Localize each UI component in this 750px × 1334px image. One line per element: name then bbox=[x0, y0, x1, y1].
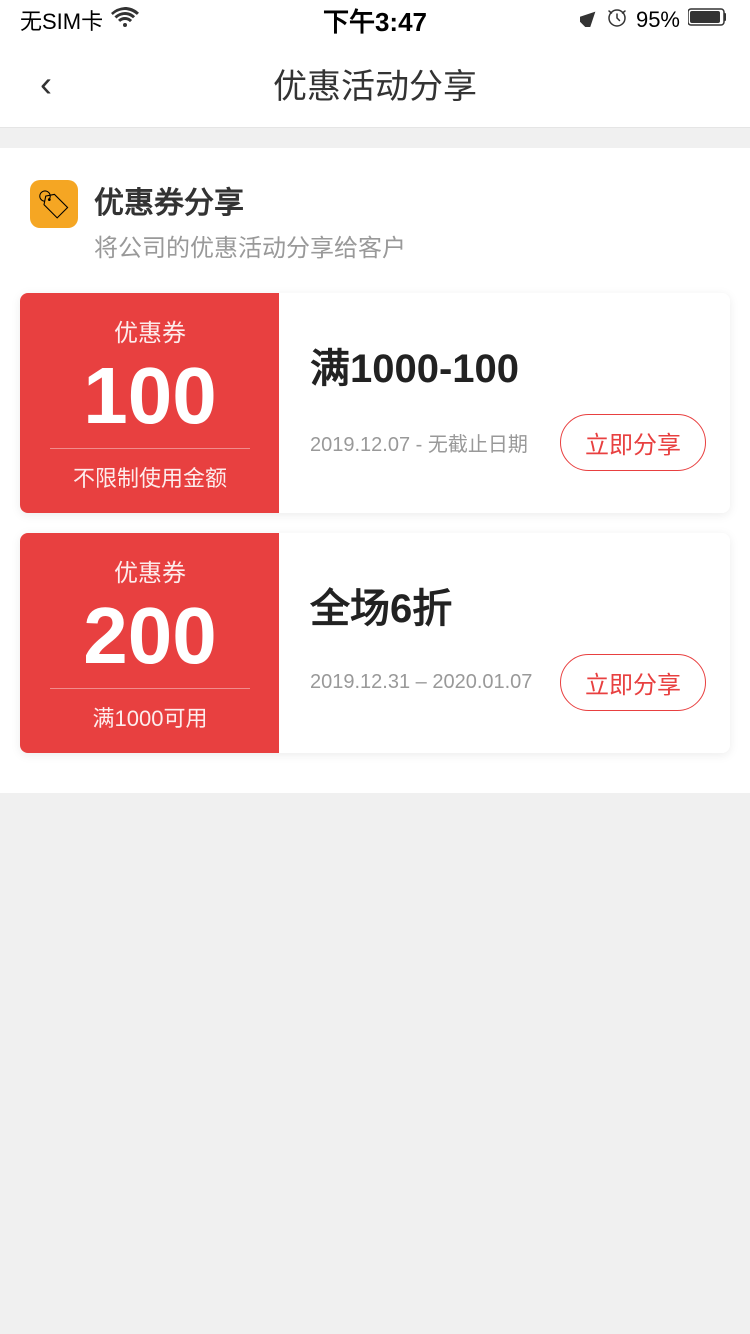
coupon-date-1: 2019.12.07 - 无截止日期 bbox=[310, 428, 550, 457]
share-button-2[interactable]: 立即分享 bbox=[560, 654, 706, 711]
location-icon bbox=[580, 7, 598, 33]
empty-area bbox=[0, 793, 750, 1293]
status-right: 95% bbox=[580, 6, 730, 34]
nav-bar: ‹ 优惠活动分享 bbox=[0, 40, 750, 128]
status-time: 下午3:47 bbox=[323, 2, 427, 39]
wifi-icon bbox=[111, 7, 139, 33]
battery-percent: 95% bbox=[636, 7, 680, 33]
back-button[interactable]: ‹ bbox=[30, 53, 62, 115]
coupon-bottom-2: 2019.12.31 – 2020.01.07 立即分享 bbox=[310, 654, 706, 711]
section-header: 🏷 优惠券分享 将公司的优惠活动分享给客户 bbox=[0, 148, 750, 283]
share-button-1[interactable]: 立即分享 bbox=[560, 414, 706, 471]
coupon-condition-2: 满1000可用 bbox=[93, 701, 208, 733]
coupon-right-2: 全场6折 2019.12.31 – 2020.01.07 立即分享 bbox=[280, 533, 730, 753]
coupon-name-1: 满1000-100 bbox=[310, 336, 706, 394]
coupon-label-1: 优惠券 bbox=[114, 313, 186, 348]
section-subtitle: 将公司的优惠活动分享给客户 bbox=[94, 228, 406, 263]
section-icon: 🏷 bbox=[30, 180, 78, 228]
coupon-date-2: 2019.12.31 – 2020.01.07 bbox=[310, 671, 550, 694]
battery-icon bbox=[688, 7, 730, 33]
coupon-divider-2 bbox=[50, 688, 250, 689]
coupon-right-1: 满1000-100 2019.12.07 - 无截止日期 立即分享 bbox=[280, 293, 730, 513]
coupon-left-1: 优惠券 100 不限制使用金额 bbox=[20, 293, 280, 513]
coupon-amount-2: 200 bbox=[83, 596, 216, 676]
coupon-divider-1 bbox=[50, 448, 250, 449]
coupon-condition-1: 不限制使用金额 bbox=[73, 461, 227, 493]
section-divider-top bbox=[0, 128, 750, 148]
status-left: 无SIM卡 bbox=[20, 4, 139, 36]
coupon-left-2: 优惠券 200 满1000可用 bbox=[20, 533, 280, 753]
coupon-card: 优惠券 100 不限制使用金额 满1000-100 2019.12.07 - 无… bbox=[20, 293, 730, 513]
status-bar: 无SIM卡 下午3:47 95% bbox=[0, 0, 750, 40]
coupon-list: 优惠券 100 不限制使用金额 满1000-100 2019.12.07 - 无… bbox=[0, 283, 750, 793]
coupon-amount-1: 100 bbox=[83, 356, 216, 436]
carrier-text: 无SIM卡 bbox=[20, 4, 103, 36]
coupon-label-2: 优惠券 bbox=[114, 553, 186, 588]
alarm-icon bbox=[606, 6, 628, 34]
coupon-card-2: 优惠券 200 满1000可用 全场6折 2019.12.31 – 2020.0… bbox=[20, 533, 730, 753]
coupon-name-2: 全场6折 bbox=[310, 576, 706, 634]
page-title: 优惠活动分享 bbox=[273, 59, 477, 108]
section-title: 优惠券分享 bbox=[94, 178, 406, 222]
section-text: 优惠券分享 将公司的优惠活动分享给客户 bbox=[94, 178, 406, 263]
coupon-bottom-1: 2019.12.07 - 无截止日期 立即分享 bbox=[310, 414, 706, 471]
